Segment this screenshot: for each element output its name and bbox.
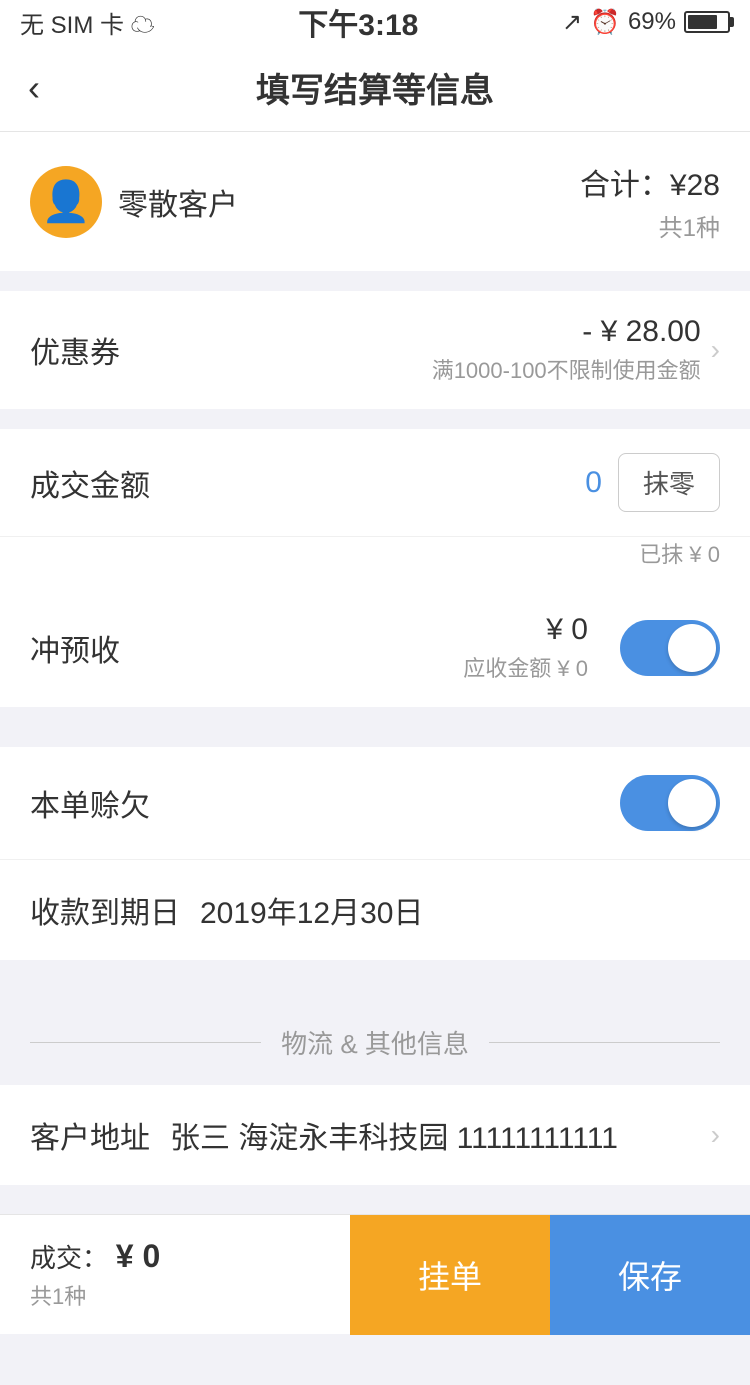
battery-percent: 69% — [628, 8, 676, 36]
page-title: 填写结算等信息 — [256, 63, 494, 112]
coupon-label: 优惠券 — [30, 328, 170, 372]
coupon-description: 满1000-100不限制使用金额 — [432, 353, 701, 385]
content-area: 👤 零散客户 合计：¥28 共1种 优惠券 - ¥ 28.00 满1000-10… — [0, 132, 750, 1385]
sim-label: 无 SIM 卡 ☁ — [20, 5, 155, 40]
address-label: 客户地址 — [30, 1113, 150, 1157]
avatar: 👤 — [30, 166, 102, 238]
amount-section: 成交金额 0 抹零 已抹 ¥ 0 冲预收 ¥ 0 应收金额 ¥ 0 — [0, 429, 750, 707]
deal-amount-label: 成交金额 — [30, 461, 170, 505]
debt-toggle[interactable] — [620, 775, 720, 831]
logistics-line-right — [489, 1042, 720, 1043]
footer: 成交： ¥ 0 共1种 挂单 保存 — [0, 1214, 750, 1334]
total-amount: 合计：¥28 — [580, 160, 720, 204]
pre-collect-label: 冲预收 — [30, 626, 170, 670]
debt-label: 本单赊欠 — [30, 781, 170, 825]
alarm-icon: ⏰ — [590, 8, 620, 37]
logistics-section: 物流 & 其他信息 — [0, 1000, 750, 1085]
deal-amount-sub: 已抹 ¥ 0 — [639, 542, 720, 567]
nav-bar: ‹ 填写结算等信息 — [0, 44, 750, 132]
coupon-discount: - ¥ 28.00 — [432, 315, 701, 349]
deal-amount-value: 0 — [585, 466, 602, 500]
pre-collect-amount: ¥ 0 — [463, 613, 588, 647]
customer-name: 零散客户 — [118, 180, 238, 224]
location-icon: ↗ — [562, 8, 582, 37]
address-section[interactable]: 客户地址 张三 海淀永丰科技园 11111111111 › — [0, 1085, 750, 1185]
logistics-label: 物流 & 其他信息 — [281, 1024, 469, 1061]
footer-info: 成交： ¥ 0 共1种 — [0, 1238, 350, 1311]
footer-deal-amount: ¥ 0 — [116, 1238, 160, 1274]
pre-collect-sub: 应收金额 ¥ 0 — [463, 651, 588, 683]
debt-row: 本单赊欠 — [0, 747, 750, 860]
coupon-row[interactable]: 优惠券 - ¥ 28.00 满1000-100不限制使用金额 › — [0, 291, 750, 409]
divider-3 — [0, 707, 750, 727]
address-value: 张三 海淀永丰科技园 11111111111 — [170, 1113, 691, 1157]
hang-button[interactable]: 挂单 — [350, 1215, 550, 1335]
pre-collect-row: 冲预收 ¥ 0 应收金额 ¥ 0 — [0, 589, 750, 707]
chevron-right-icon: › — [711, 334, 720, 366]
coupon-info: - ¥ 28.00 满1000-100不限制使用金额 — [432, 315, 701, 385]
avatar-icon: 👤 — [41, 178, 91, 225]
due-date-value: 2019年12月30日 — [200, 888, 423, 932]
divider-1 — [0, 271, 750, 291]
status-time: 下午3:18 — [298, 0, 418, 44]
deal-amount-row: 成交金额 0 抹零 — [0, 429, 750, 537]
customer-left: 👤 零散客户 — [30, 166, 238, 238]
back-button[interactable]: ‹ — [28, 67, 40, 109]
battery-icon — [684, 11, 730, 33]
customer-section: 👤 零散客户 合计：¥28 共1种 — [0, 132, 750, 271]
logistics-line-left — [30, 1042, 261, 1043]
address-chevron-icon: › — [711, 1119, 720, 1151]
customer-total: 合计：¥28 共1种 — [580, 160, 720, 243]
due-date-row: 收款到期日 2019年12月30日 — [0, 860, 750, 960]
divider-2 — [0, 409, 750, 429]
footer-deal-label: 成交： — [30, 1243, 108, 1273]
round-button[interactable]: 抹零 — [618, 453, 720, 512]
footer-count: 共1种 — [30, 1279, 320, 1311]
pre-collect-toggle[interactable] — [620, 620, 720, 676]
pre-collect-info: ¥ 0 应收金额 ¥ 0 — [463, 613, 588, 683]
divider-4 — [0, 960, 750, 980]
total-count: 共1种 — [580, 208, 720, 243]
amount-value: 0 抹零 — [585, 453, 720, 512]
due-date-label: 收款到期日 — [30, 888, 180, 932]
footer-deal-line: 成交： ¥ 0 — [30, 1238, 320, 1275]
status-right: ↗ ⏰ 69% — [562, 8, 730, 37]
debt-section: 本单赊欠 收款到期日 2019年12月30日 — [0, 747, 750, 960]
coupon-right: - ¥ 28.00 满1000-100不限制使用金额 › — [432, 315, 720, 385]
status-bar: 无 SIM 卡 ☁ 下午3:18 ↗ ⏰ 69% — [0, 0, 750, 44]
logistics-divider: 物流 & 其他信息 — [30, 1024, 720, 1061]
save-button[interactable]: 保存 — [550, 1215, 750, 1335]
status-left: 无 SIM 卡 ☁ — [20, 5, 155, 40]
address-row[interactable]: 客户地址 张三 海淀永丰科技园 11111111111 › — [0, 1085, 750, 1185]
